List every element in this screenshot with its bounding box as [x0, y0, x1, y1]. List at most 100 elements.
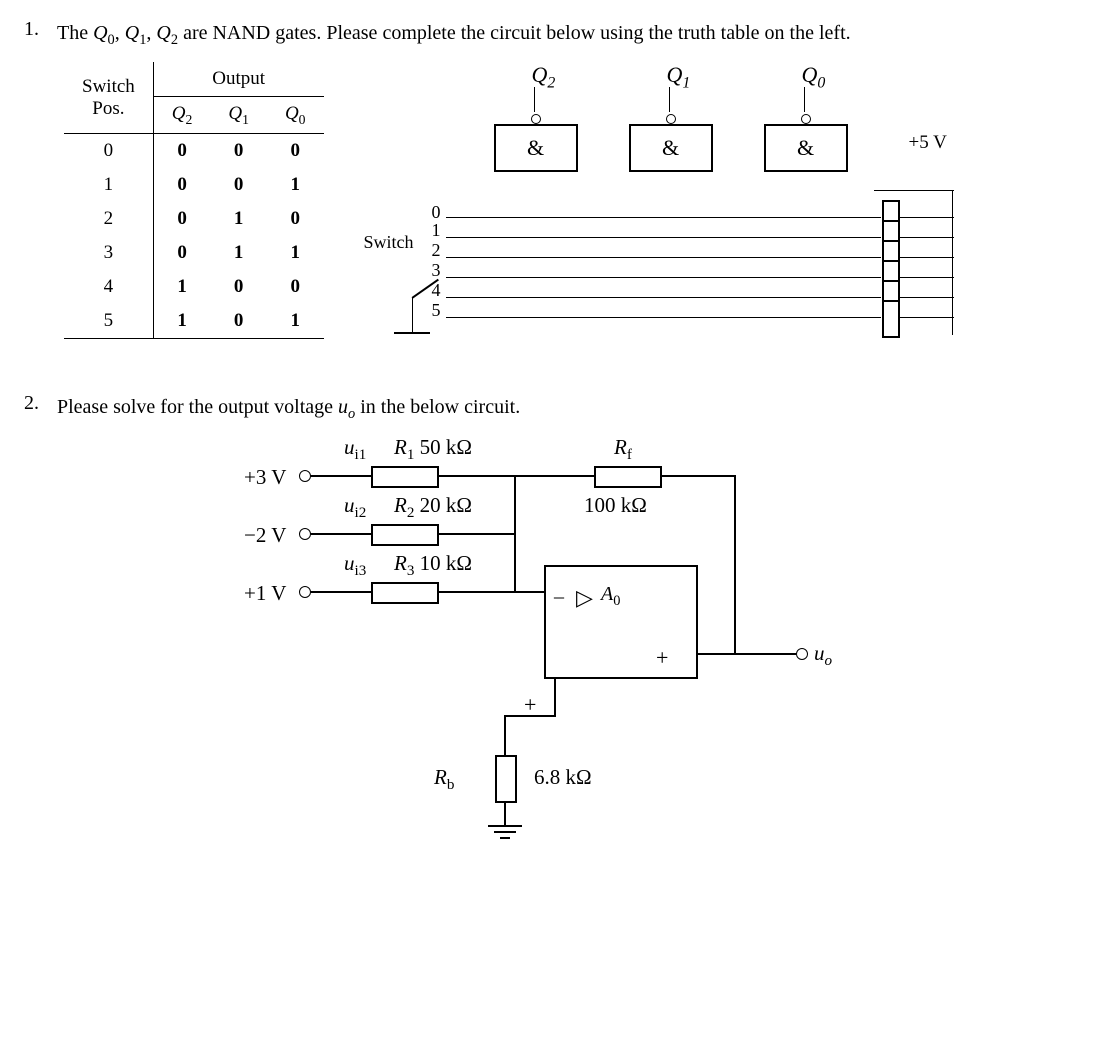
q2-text-p2: in the below circuit. — [355, 396, 520, 418]
q2-circuit: ui1 R1 50 kΩ +3 V ui2 R2 20 kΩ −2 V ui3 … — [244, 435, 884, 865]
col-q0s: 0 — [299, 111, 306, 126]
q1-text-p2: are NAND gates. Please complete the circ… — [178, 22, 851, 44]
resistor-rf — [594, 466, 662, 488]
r1q2: 0 — [153, 168, 210, 202]
nand-gate-q2: & — [494, 124, 578, 172]
sw-3: 3 — [432, 260, 441, 281]
q1-c1: , — [115, 22, 125, 44]
tri-icon: ▷ — [576, 585, 593, 611]
q1-text: The Q0, Q1, Q2 are NAND gates. Please co… — [57, 18, 1077, 52]
row3-pos: 3 — [64, 236, 153, 270]
wire — [504, 715, 556, 717]
truth-table: Switch Pos. Output Q2 Q1 Q0 0000 1001 20… — [64, 62, 324, 340]
wire — [439, 591, 544, 593]
question-2: 2. Please solve for the output voltage u… — [24, 392, 1084, 866]
q1-text-p1: The — [57, 22, 93, 44]
r3-label: R3 10 kΩ — [394, 551, 472, 580]
bus-line-0 — [446, 217, 881, 219]
wire — [412, 297, 414, 332]
q1-q0: Q — [93, 22, 107, 44]
sw-2: 2 — [432, 240, 441, 261]
q1-q2: Q — [156, 22, 170, 44]
terminal — [796, 648, 808, 660]
resistor-r1 — [371, 466, 439, 488]
ground-bar — [394, 332, 430, 334]
row2-pos: 2 — [64, 202, 153, 236]
bus-line-5 — [446, 317, 881, 319]
q1-circuit: Q2 Q1 Q0 & & & +5 V — [364, 62, 964, 352]
row1-pos: 1 — [64, 168, 153, 202]
rb-label: Rb — [434, 765, 454, 794]
r5q1: 0 — [210, 304, 267, 339]
a0-label: A0 — [601, 583, 620, 610]
row5-pos: 5 — [64, 304, 153, 339]
row4-pos: 4 — [64, 270, 153, 304]
wire — [554, 677, 556, 717]
hdr-switch: Switch — [82, 76, 135, 97]
q1-c2: , — [146, 22, 156, 44]
ui3-label: ui3 — [344, 551, 366, 580]
wire — [534, 87, 536, 112]
sw-5: 5 — [432, 300, 441, 321]
wire — [504, 803, 506, 825]
v1-label: +3 V — [244, 465, 286, 490]
resistor-rb — [495, 755, 517, 803]
col-q2s: 2 — [186, 111, 193, 126]
amp-icon: & — [527, 135, 544, 160]
col-q1s: 1 — [242, 111, 249, 126]
q2-u: u — [338, 396, 348, 418]
gate-label-q1: Q1 — [667, 62, 691, 92]
hdr-pos: Pos. — [92, 98, 124, 119]
wire — [311, 591, 371, 593]
wire — [662, 475, 734, 477]
rf-value: 100 kΩ — [584, 493, 647, 518]
wire — [734, 475, 736, 655]
r4q1: 0 — [210, 270, 267, 304]
gate-label-q0: Q0 — [802, 62, 826, 92]
bus-line-2 — [446, 257, 881, 259]
q1-number: 1. — [24, 18, 52, 41]
rb-value: 6.8 kΩ — [534, 765, 592, 790]
nand-gate-q0: & — [764, 124, 848, 172]
r0q1: 0 — [210, 134, 267, 169]
resistor-r2 — [371, 524, 439, 546]
wire — [514, 475, 516, 593]
q2-number: 2. — [24, 392, 52, 415]
wire — [504, 715, 506, 755]
wire — [514, 475, 594, 477]
gate-label-q2: Q2 — [532, 62, 556, 92]
r0q0: 0 — [267, 134, 324, 169]
switch-label: Switch — [364, 232, 414, 253]
bus-line-3 — [446, 277, 881, 279]
wire — [311, 533, 371, 535]
r1q1: 0 — [210, 168, 267, 202]
wire — [311, 475, 371, 477]
q2-text-p1: Please solve for the output voltage — [57, 396, 338, 418]
wire — [900, 257, 954, 259]
ground-bar — [494, 831, 516, 833]
resistor-r3 — [371, 582, 439, 604]
terminal — [299, 470, 311, 482]
wire — [952, 190, 954, 335]
rf-label: Rf — [614, 435, 632, 464]
r3q2: 0 — [153, 236, 210, 270]
q2-text: Please solve for the output voltage uo i… — [57, 392, 1077, 426]
wire — [900, 277, 954, 279]
r2q1: 1 — [210, 202, 267, 236]
r4q0: 0 — [267, 270, 324, 304]
amp-icon: & — [797, 135, 814, 160]
wire — [900, 297, 954, 299]
wire — [439, 533, 514, 535]
uo-label: uo — [814, 641, 832, 670]
r1q0: 1 — [267, 168, 324, 202]
q1-q1: Q — [125, 22, 139, 44]
q1-content: Switch Pos. Output Q2 Q1 Q0 0000 1001 20… — [64, 62, 1084, 352]
r3q1: 1 — [210, 236, 267, 270]
minus-input: _ — [554, 579, 564, 602]
r2q2: 0 — [153, 202, 210, 236]
opamp: _ ▷ A0 + — [544, 565, 698, 679]
plus-output: + — [656, 645, 668, 671]
ground-bar — [488, 825, 522, 827]
r4q2: 1 — [153, 270, 210, 304]
r2q0: 0 — [267, 202, 324, 236]
